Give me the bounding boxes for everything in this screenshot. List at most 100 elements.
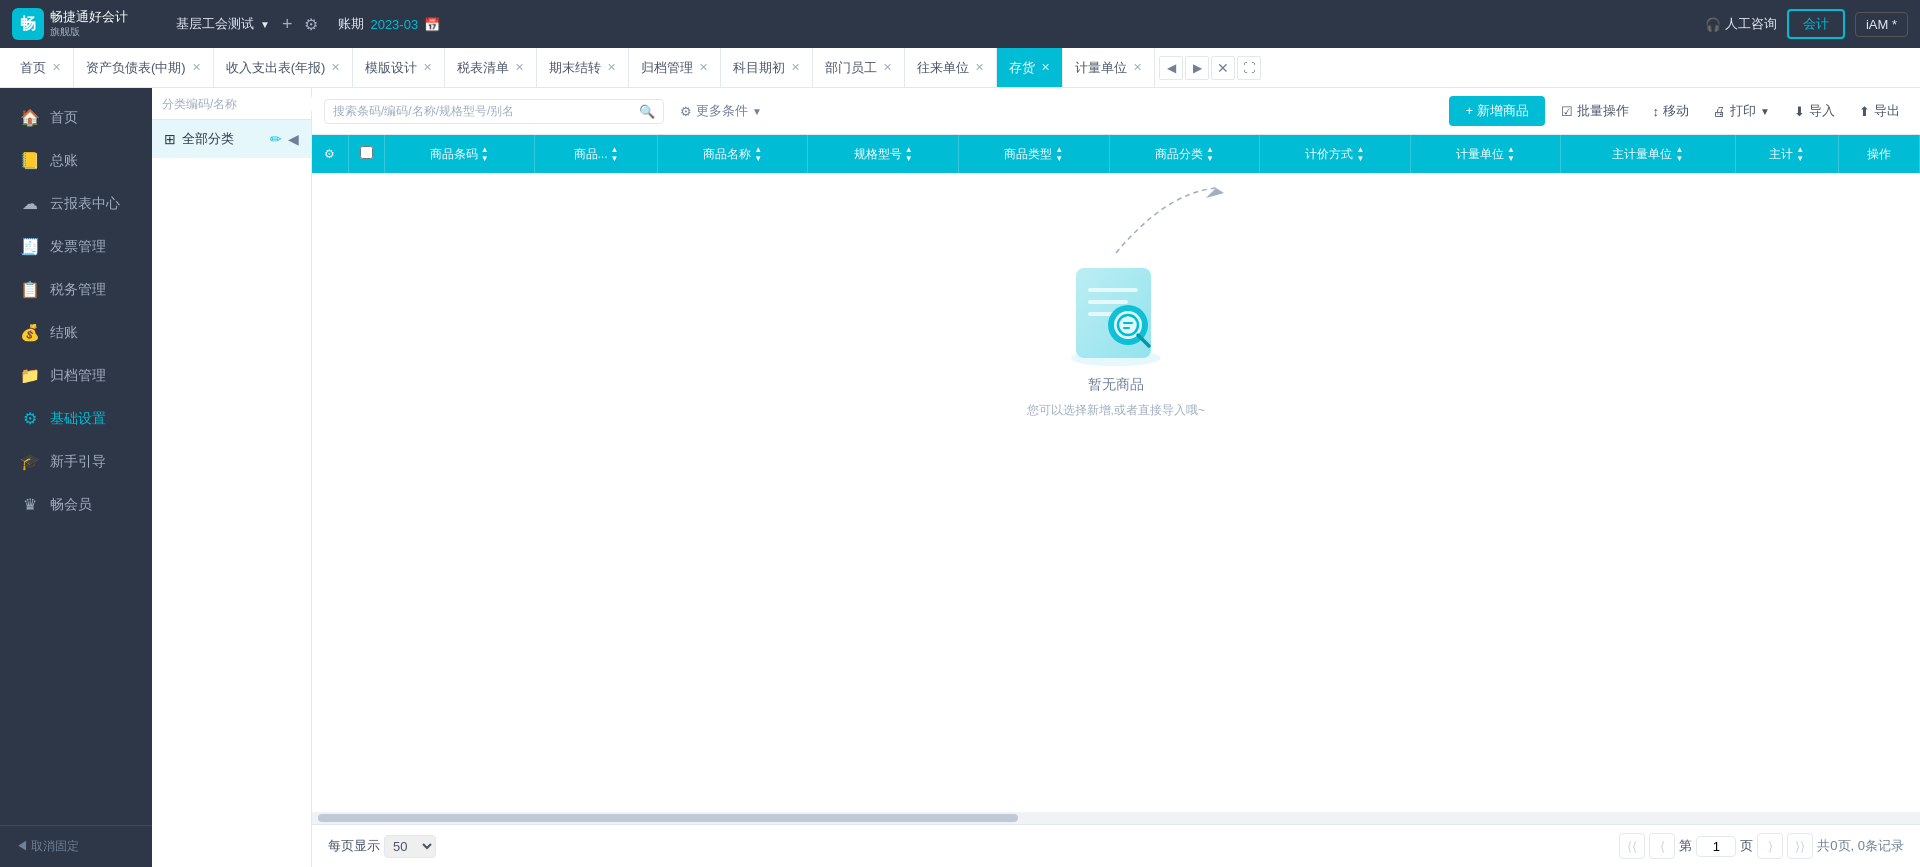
- unpin-button[interactable]: ◀ 取消固定: [0, 825, 152, 867]
- th-spec[interactable]: 规格型号 ▲▼: [808, 135, 959, 173]
- sidebar-item-guide[interactable]: 🎓 新手引导: [0, 440, 152, 483]
- th-main-unit[interactable]: 主计量单位 ▲▼: [1561, 135, 1735, 173]
- tab-template[interactable]: 模版设计 ✕: [353, 48, 445, 88]
- tab-income-close[interactable]: ✕: [331, 61, 340, 74]
- tab-home[interactable]: 首页 ✕: [8, 48, 74, 88]
- sort-main-count[interactable]: ▲▼: [1796, 145, 1804, 163]
- settlement-icon: 💰: [20, 323, 40, 342]
- tab-department[interactable]: 部门员工 ✕: [813, 48, 905, 88]
- consult-button[interactable]: 🎧 人工咨询: [1705, 15, 1777, 33]
- sidebar-item-settlement[interactable]: 💰 结账: [0, 311, 152, 354]
- tab-expand-button[interactable]: ⛶: [1237, 56, 1261, 80]
- tab-income[interactable]: 收入支出表(年报) ✕: [214, 48, 354, 88]
- import-label: 导入: [1809, 102, 1835, 120]
- th-checkbox[interactable]: [348, 135, 384, 173]
- all-categories-item[interactable]: ⊞ 全部分类 ✏ ◀: [152, 120, 311, 158]
- collapse-category-icon[interactable]: ◀: [288, 131, 299, 147]
- kuaiji-button[interactable]: 会计: [1787, 9, 1845, 39]
- settings-icon[interactable]: ⚙: [304, 15, 318, 34]
- tab-close-all-button[interactable]: ✕: [1211, 56, 1235, 80]
- th-settings[interactable]: ⚙: [312, 135, 348, 173]
- sort-type[interactable]: ▲▼: [1055, 145, 1063, 163]
- select-all-checkbox[interactable]: [360, 146, 373, 159]
- first-page-button[interactable]: ⟨⟨: [1619, 833, 1645, 859]
- tab-inventory[interactable]: 存货 ✕: [997, 48, 1063, 88]
- company-selector[interactable]: 基层工会测试 ▼: [176, 15, 270, 33]
- th-main-count[interactable]: 主计 ▲▼: [1735, 135, 1838, 173]
- th-barcode-label: 商品条码: [430, 146, 478, 163]
- sidebar-item-home-label: 首页: [50, 109, 78, 127]
- more-filter-button[interactable]: ⚙ 更多条件 ▼: [672, 98, 770, 124]
- move-button[interactable]: ↕ 移动: [1645, 98, 1698, 124]
- tab-template-label: 模版设计: [365, 59, 417, 77]
- tab-tax-list[interactable]: 税表清单 ✕: [445, 48, 537, 88]
- tab-department-close[interactable]: ✕: [883, 61, 892, 74]
- prev-page-button[interactable]: ⟨: [1649, 833, 1675, 859]
- new-product-button[interactable]: + 新增商品: [1449, 96, 1544, 126]
- product-search-input[interactable]: [333, 104, 633, 118]
- tab-subject-initial[interactable]: 科目期初 ✕: [721, 48, 813, 88]
- dashed-arrow-svg: [1106, 183, 1226, 263]
- th-name[interactable]: 商品名称 ▲▼: [657, 135, 808, 173]
- tab-unit-close[interactable]: ✕: [1133, 61, 1142, 74]
- horizontal-scrollbar[interactable]: [312, 812, 1920, 824]
- tab-home-close[interactable]: ✕: [52, 61, 61, 74]
- batch-action-button[interactable]: ☑ 批量操作: [1553, 98, 1637, 124]
- sort-main-unit[interactable]: ▲▼: [1675, 145, 1683, 163]
- next-page-button[interactable]: ⟩: [1757, 833, 1783, 859]
- tab-contacts-close[interactable]: ✕: [975, 61, 984, 74]
- scroll-thumb[interactable]: [318, 814, 1018, 822]
- tab-unit[interactable]: 计量单位 ✕: [1063, 48, 1155, 88]
- th-category[interactable]: 商品分类 ▲▼: [1109, 135, 1260, 173]
- add-tab-button[interactable]: +: [282, 14, 293, 35]
- sort-spec[interactable]: ▲▼: [905, 145, 913, 163]
- tab-prev-button[interactable]: ◀: [1159, 56, 1183, 80]
- tab-template-close[interactable]: ✕: [423, 61, 432, 74]
- export-button[interactable]: ⬆ 导出: [1851, 98, 1908, 124]
- sort-unit[interactable]: ▲▼: [1507, 145, 1515, 163]
- sort-category[interactable]: ▲▼: [1206, 145, 1214, 163]
- sort-code[interactable]: ▲▼: [611, 145, 619, 163]
- tab-contacts[interactable]: 往来单位 ✕: [905, 48, 997, 88]
- table-container: ⚙ 商品条码 ▲▼: [312, 135, 1920, 812]
- tax-icon: 📋: [20, 280, 40, 299]
- calendar-icon[interactable]: 📅: [424, 17, 440, 32]
- page-number-input[interactable]: [1696, 836, 1736, 857]
- last-page-button[interactable]: ⟩⟩: [1787, 833, 1813, 859]
- th-code[interactable]: 商品... ▲▼: [535, 135, 658, 173]
- category-search-input[interactable]: [162, 97, 312, 111]
- sort-price[interactable]: ▲▼: [1356, 145, 1364, 163]
- tab-balance-close[interactable]: ✕: [192, 61, 201, 74]
- tab-period-end[interactable]: 期末结转 ✕: [537, 48, 629, 88]
- edit-category-icon[interactable]: ✏: [270, 131, 282, 147]
- sidebar-item-member[interactable]: ♛ 畅会员: [0, 483, 152, 526]
- sidebar-item-basic-settings[interactable]: ⚙ 基础设置: [0, 397, 152, 440]
- sidebar-item-ledger[interactable]: 📒 总账: [0, 139, 152, 182]
- sidebar-item-archive[interactable]: 📁 归档管理: [0, 354, 152, 397]
- tab-inventory-close[interactable]: ✕: [1041, 61, 1050, 74]
- sidebar-item-home[interactable]: 🏠 首页: [0, 96, 152, 139]
- sidebar-item-tax[interactable]: 📋 税务管理: [0, 268, 152, 311]
- tab-archive[interactable]: 归档管理 ✕: [629, 48, 721, 88]
- invoice-icon: 🧾: [20, 237, 40, 256]
- per-page-dropdown[interactable]: 50 100 200: [384, 835, 436, 858]
- tab-archive-close[interactable]: ✕: [699, 61, 708, 74]
- th-unit[interactable]: 计量单位 ▲▼: [1410, 135, 1561, 173]
- filter-dropdown-icon: ▼: [752, 106, 762, 117]
- logo-text-area: 畅捷通好会计 旗舰版: [50, 9, 128, 39]
- tab-tax-list-close[interactable]: ✕: [515, 61, 524, 74]
- tab-subject-close[interactable]: ✕: [791, 61, 800, 74]
- tab-period-end-close[interactable]: ✕: [607, 61, 616, 74]
- tab-balance-sheet[interactable]: 资产负债表(中期) ✕: [74, 48, 214, 88]
- sort-name[interactable]: ▲▼: [754, 145, 762, 163]
- sort-barcode[interactable]: ▲▼: [481, 145, 489, 163]
- th-type[interactable]: 商品类型 ▲▼: [959, 135, 1110, 173]
- product-search-icon[interactable]: 🔍: [639, 104, 655, 119]
- sidebar-item-invoice[interactable]: 🧾 发票管理: [0, 225, 152, 268]
- th-price-method[interactable]: 计价方式 ▲▼: [1260, 135, 1411, 173]
- sidebar-item-cloud-report[interactable]: ☁ 云报表中心: [0, 182, 152, 225]
- tab-next-button[interactable]: ▶: [1185, 56, 1209, 80]
- print-button[interactable]: 🖨 打印 ▼: [1705, 98, 1778, 124]
- import-button[interactable]: ⬇ 导入: [1786, 98, 1843, 124]
- th-barcode[interactable]: 商品条码 ▲▼: [384, 135, 535, 173]
